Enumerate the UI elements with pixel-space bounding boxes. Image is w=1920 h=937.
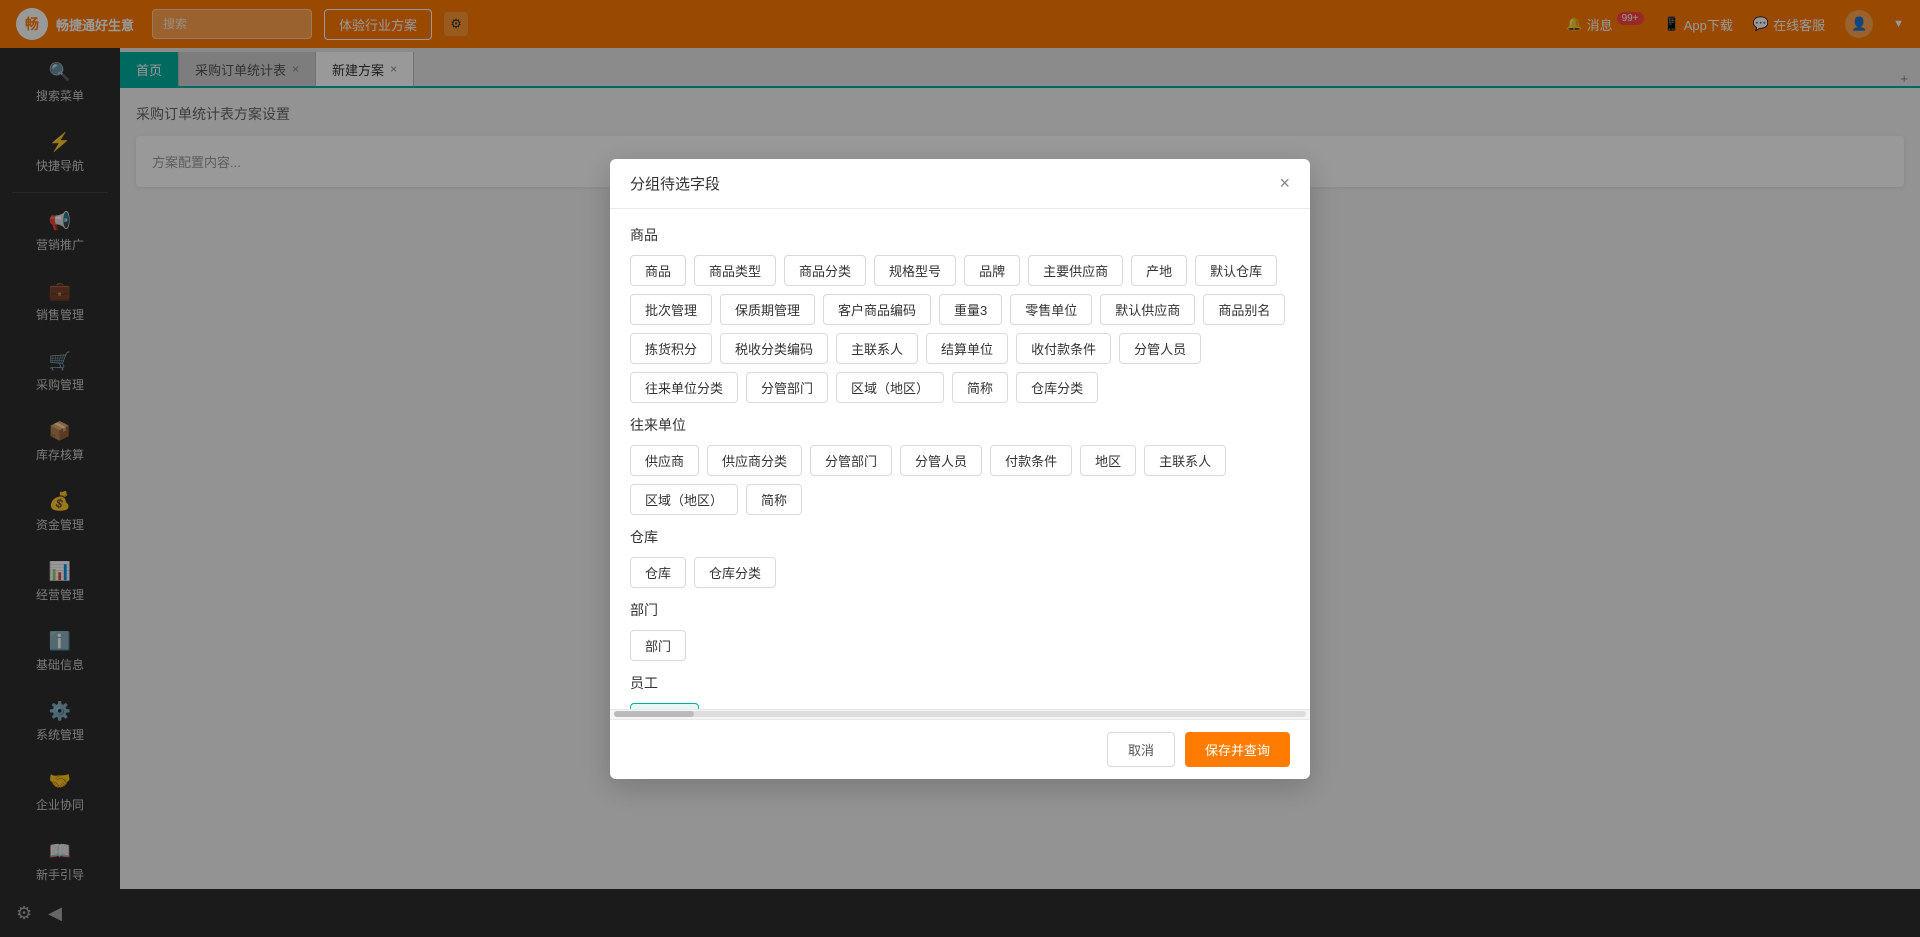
field-grid-employee: 业务员	[630, 703, 1290, 710]
modal: 分组待选字段 × 商品 商品 商品类型 商品分类 规格型号 品牌 主要供应商 产…	[610, 159, 1310, 779]
section-title-dept: 部门	[630, 600, 1290, 620]
field-grid-dept: 部门	[630, 630, 1290, 661]
field-pay-terms[interactable]: 付款条件	[990, 445, 1072, 476]
field-dept-managed[interactable]: 分管部门	[746, 372, 828, 403]
field-batch-mgmt[interactable]: 批次管理	[630, 294, 712, 325]
field-main-contact[interactable]: 主联系人	[836, 333, 918, 364]
field-retail-unit[interactable]: 零售单位	[1010, 294, 1092, 325]
field-payment-terms[interactable]: 收付款条件	[1016, 333, 1111, 364]
field-goods-type[interactable]: 商品类型	[694, 255, 776, 286]
field-grid-goods: 商品 商品类型 商品分类 规格型号 品牌 主要供应商 产地 默认仓库 批次管理 …	[630, 255, 1290, 403]
field-shortname-partner[interactable]: 简称	[746, 484, 802, 515]
field-goods-category[interactable]: 商品分类	[784, 255, 866, 286]
field-pick-points[interactable]: 拣货积分	[630, 333, 712, 364]
section-title-warehouse: 仓库	[630, 527, 1290, 547]
hscroll-thumb	[614, 711, 694, 717]
field-supervisor[interactable]: 分管人员	[1119, 333, 1201, 364]
modal-overlay[interactable]: 分组待选字段 × 商品 商品 商品类型 商品分类 规格型号 品牌 主要供应商 产…	[0, 0, 1920, 937]
section-title-employee: 员工	[630, 673, 1290, 693]
modal-body: 商品 商品 商品类型 商品分类 规格型号 品牌 主要供应商 产地 默认仓库 批次…	[610, 209, 1310, 710]
field-weight[interactable]: 重量3	[939, 294, 1002, 325]
field-default-sup[interactable]: 默认供应商	[1100, 294, 1195, 325]
modal-hscroll[interactable]	[610, 709, 1310, 718]
field-sales-person[interactable]: 业务员	[630, 703, 699, 710]
field-main-supplier[interactable]: 主要供应商	[1028, 255, 1123, 286]
field-grid-warehouse: 仓库 仓库分类	[630, 557, 1290, 588]
field-supplier-cat[interactable]: 供应商分类	[707, 445, 802, 476]
field-shortname-goods[interactable]: 简称	[952, 372, 1008, 403]
modal-footer: 取消 保存并查询	[610, 719, 1310, 779]
modal-header: 分组待选字段 ×	[610, 159, 1310, 209]
field-supplier[interactable]: 供应商	[630, 445, 699, 476]
field-warehouse-cat[interactable]: 仓库分类	[1016, 372, 1098, 403]
field-brand[interactable]: 品牌	[964, 255, 1020, 286]
field-shelf-life[interactable]: 保质期管理	[720, 294, 815, 325]
field-default-warehouse[interactable]: 默认仓库	[1195, 255, 1277, 286]
modal-close-button[interactable]: ×	[1279, 173, 1290, 194]
field-goods[interactable]: 商品	[630, 255, 686, 286]
modal-title: 分组待选字段	[630, 173, 720, 194]
field-settlement-unit[interactable]: 结算单位	[926, 333, 1008, 364]
field-dept-partner[interactable]: 分管部门	[810, 445, 892, 476]
field-goods-alias[interactable]: 商品别名	[1203, 294, 1285, 325]
confirm-button[interactable]: 保存并查询	[1185, 732, 1290, 767]
cancel-button[interactable]: 取消	[1107, 732, 1175, 767]
field-supervisor-partner[interactable]: 分管人员	[900, 445, 982, 476]
field-warehouse[interactable]: 仓库	[630, 557, 686, 588]
field-dept[interactable]: 部门	[630, 630, 686, 661]
field-region-partner[interactable]: 区域（地区）	[630, 484, 738, 515]
field-origin[interactable]: 产地	[1131, 255, 1187, 286]
field-tax-code[interactable]: 税收分类编码	[720, 333, 828, 364]
section-title-goods: 商品	[630, 225, 1290, 245]
field-region-goods[interactable]: 区域（地区）	[836, 372, 944, 403]
field-partner-cat[interactable]: 往来单位分类	[630, 372, 738, 403]
field-grid-partner: 供应商 供应商分类 分管部门 分管人员 付款条件 地区 主联系人 区域（地区） …	[630, 445, 1290, 515]
field-customer-code[interactable]: 客户商品编码	[823, 294, 931, 325]
section-title-partner: 往来单位	[630, 415, 1290, 435]
field-spec-model[interactable]: 规格型号	[874, 255, 956, 286]
field-area[interactable]: 地区	[1080, 445, 1136, 476]
hscroll-track	[614, 711, 1306, 717]
field-warehouse-category[interactable]: 仓库分类	[694, 557, 776, 588]
field-main-contact-partner[interactable]: 主联系人	[1144, 445, 1226, 476]
